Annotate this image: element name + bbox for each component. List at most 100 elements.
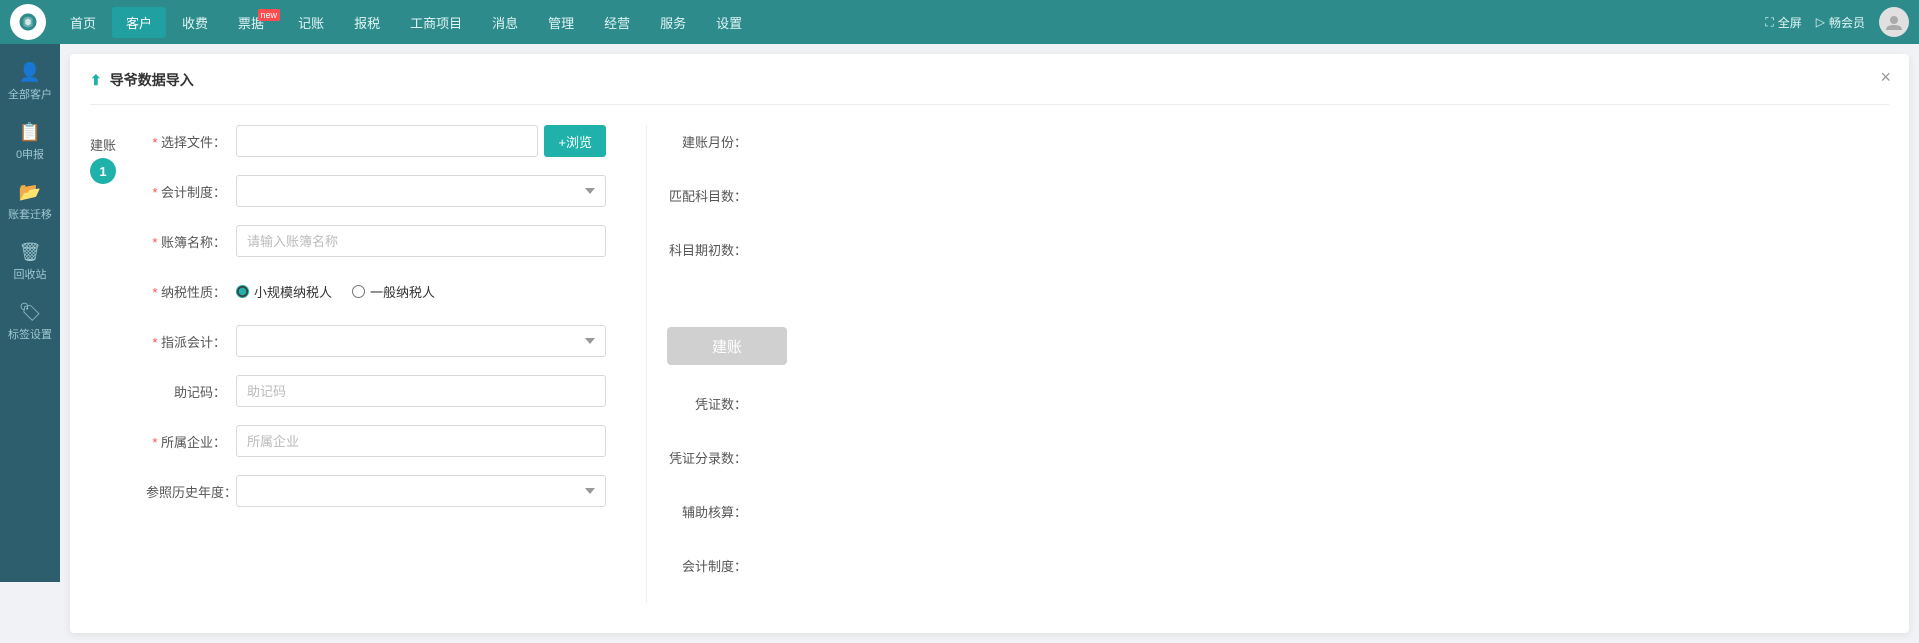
accounting-system-select[interactable] xyxy=(236,175,606,207)
accounting-system-row: 会计制度： xyxy=(146,175,606,207)
tax-option1-label: 小规模纳税人 xyxy=(254,282,332,301)
step-label: 建账 xyxy=(90,135,116,154)
top-navigation: 首页 客户 收费 票据 new 记账 报税 工商项目 消息 管理 经营 服务 设… xyxy=(0,0,1919,44)
sidebar-item-account-migration[interactable]: 📂 账套迁移 xyxy=(0,174,60,230)
form-left: 选择文件： +浏览 会计制度： xyxy=(146,125,646,603)
sidebar-label-label-settings: 标签设置 xyxy=(8,326,52,342)
memo-code-label: 助记码： xyxy=(146,382,236,401)
match-subjects-label: 匹配科目数： xyxy=(667,186,757,205)
vip-label: 畅会员 xyxy=(1829,14,1865,31)
dialog-header: ⬆ 导爷数据导入 xyxy=(90,70,1889,105)
sidebar-item-zero-declaration[interactable]: 📋 0申报 xyxy=(0,114,60,170)
accounting-system-label: 会计制度： xyxy=(146,182,236,201)
voucher-records-row: 凭证分录数： xyxy=(667,441,787,473)
ledger-name-control xyxy=(236,225,606,257)
assign-accountant-row: 指派会计： xyxy=(146,325,606,357)
company-row: 所属企业： xyxy=(146,425,606,457)
nav-right-section: ⛶ 全屏 ▷ 畅会员 xyxy=(1765,7,1909,37)
nav-item-messages[interactable]: 消息 xyxy=(478,7,532,38)
dialog-card: ⬆ 导爷数据导入 × 建账 1 选择文件： xyxy=(70,54,1909,633)
match-subjects-row: 匹配科目数： xyxy=(667,179,787,211)
nav-item-fees[interactable]: 收费 xyxy=(168,7,222,38)
tax-option-general[interactable]: 一般纳税人 xyxy=(352,282,435,301)
file-row: +浏览 xyxy=(236,125,606,157)
company-control xyxy=(236,425,606,457)
voucher-count-label: 凭证数： xyxy=(667,394,757,413)
nav-item-clients[interactable]: 客户 xyxy=(112,7,166,38)
nav-item-services[interactable]: 服务 xyxy=(646,7,700,38)
browse-button[interactable]: +浏览 xyxy=(544,125,606,157)
play-icon: ▷ xyxy=(1816,15,1825,29)
nav-item-invoices[interactable]: 票据 new xyxy=(224,7,282,38)
aux-accounting-row: 辅助核算： xyxy=(667,495,787,527)
voucher-records-label: 凭证分录数： xyxy=(667,448,757,467)
company-label: 所属企业： xyxy=(146,432,236,451)
ledger-name-label: 账簿名称： xyxy=(146,232,236,251)
select-file-row: 选择文件： +浏览 xyxy=(146,125,606,157)
subjects-init-row: 科目期初数： xyxy=(667,233,787,265)
step-badge: 1 xyxy=(90,158,116,184)
voucher-count-row: 凭证数： xyxy=(667,387,787,419)
history-year-row: 参照历史年度： xyxy=(146,475,606,507)
nav-item-operations[interactable]: 经营 xyxy=(590,7,644,38)
close-button[interactable]: × xyxy=(1880,68,1891,86)
app-logo[interactable] xyxy=(10,4,46,40)
fullscreen-button[interactable]: ⛶ 全屏 xyxy=(1765,14,1801,31)
aux-accounting-label: 辅助核算： xyxy=(667,502,757,521)
sidebar-label-zero-declaration: 0申报 xyxy=(16,146,44,162)
right-accounting-system-row: 会计制度： xyxy=(667,549,787,581)
main-content: ⬆ 导爷数据导入 × 建账 1 选择文件： xyxy=(60,44,1919,643)
sidebar-item-label-settings[interactable]: 🏷 标签设置 xyxy=(0,294,60,350)
tax-option2-label: 一般纳税人 xyxy=(370,282,435,301)
nav-item-management[interactable]: 管理 xyxy=(534,7,588,38)
memo-code-input[interactable] xyxy=(236,375,606,407)
history-year-select[interactable] xyxy=(236,475,606,507)
history-year-label: 参照历史年度： xyxy=(146,482,236,501)
tax-radio-general[interactable] xyxy=(352,285,365,298)
user-avatar[interactable] xyxy=(1879,7,1909,37)
label-settings-icon: 🏷 xyxy=(19,302,42,323)
select-file-label: 选择文件： xyxy=(146,132,236,151)
all-clients-icon: 👤 xyxy=(19,62,41,83)
import-icon: ⬆ xyxy=(90,72,102,89)
form-section: 选择文件： +浏览 会计制度： xyxy=(146,125,787,603)
nav-item-projects[interactable]: 工商项目 xyxy=(396,7,476,38)
fullscreen-label: 全屏 xyxy=(1778,14,1802,31)
memo-code-row: 助记码： xyxy=(146,375,606,407)
tax-option-small[interactable]: 小规模纳税人 xyxy=(236,282,332,301)
assign-accountant-select[interactable] xyxy=(236,325,606,357)
sidebar-label-account-migration: 账套迁移 xyxy=(8,206,52,222)
vip-button[interactable]: ▷ 畅会员 xyxy=(1816,14,1865,31)
step-indicator: 建账 1 xyxy=(90,125,116,184)
sidebar-label-recycle-bin: 回收站 xyxy=(14,266,47,282)
tax-nature-control: 小规模纳税人 一般纳税人 xyxy=(236,282,606,301)
company-input[interactable] xyxy=(236,425,606,457)
sidebar: 👤 全部客户 📋 0申报 📂 账套迁移 🗑 回收站 🏷 标签设置 xyxy=(0,44,60,582)
tax-radio-group: 小规模纳税人 一般纳税人 xyxy=(236,282,606,301)
build-month-label: 建账月份： xyxy=(667,132,757,151)
nav-item-bookkeeping[interactable]: 记账 xyxy=(284,7,338,38)
nav-item-home[interactable]: 首页 xyxy=(56,7,110,38)
assign-accountant-control xyxy=(236,325,606,357)
zero-declaration-icon: 📋 xyxy=(19,122,41,143)
history-year-control xyxy=(236,475,606,507)
file-control-wrap: +浏览 xyxy=(236,125,606,157)
fullscreen-icon: ⛶ xyxy=(1765,15,1773,30)
assign-accountant-label: 指派会计： xyxy=(146,332,236,351)
right-accounting-system-label: 会计制度： xyxy=(667,556,757,575)
accounting-system-control xyxy=(236,175,606,207)
build-month-row: 建账月份： xyxy=(667,125,787,157)
dialog-title: 导爷数据导入 xyxy=(110,70,194,90)
tax-radio-small[interactable] xyxy=(236,285,249,298)
recycle-bin-icon: 🗑 xyxy=(19,242,42,263)
build-account-button[interactable]: 建账 xyxy=(667,327,787,365)
sidebar-item-recycle-bin[interactable]: 🗑 回收站 xyxy=(0,234,60,290)
form-main-wrapper: 建账 1 选择文件： +浏览 xyxy=(90,125,1889,603)
nav-item-tax[interactable]: 报税 xyxy=(340,7,394,38)
sidebar-label-all-clients: 全部客户 xyxy=(8,86,52,102)
file-path-input[interactable] xyxy=(236,125,538,157)
new-badge: new xyxy=(258,9,281,22)
ledger-name-input[interactable] xyxy=(236,225,606,257)
sidebar-item-all-clients[interactable]: 👤 全部客户 xyxy=(0,54,60,110)
nav-item-settings[interactable]: 设置 xyxy=(702,7,756,38)
